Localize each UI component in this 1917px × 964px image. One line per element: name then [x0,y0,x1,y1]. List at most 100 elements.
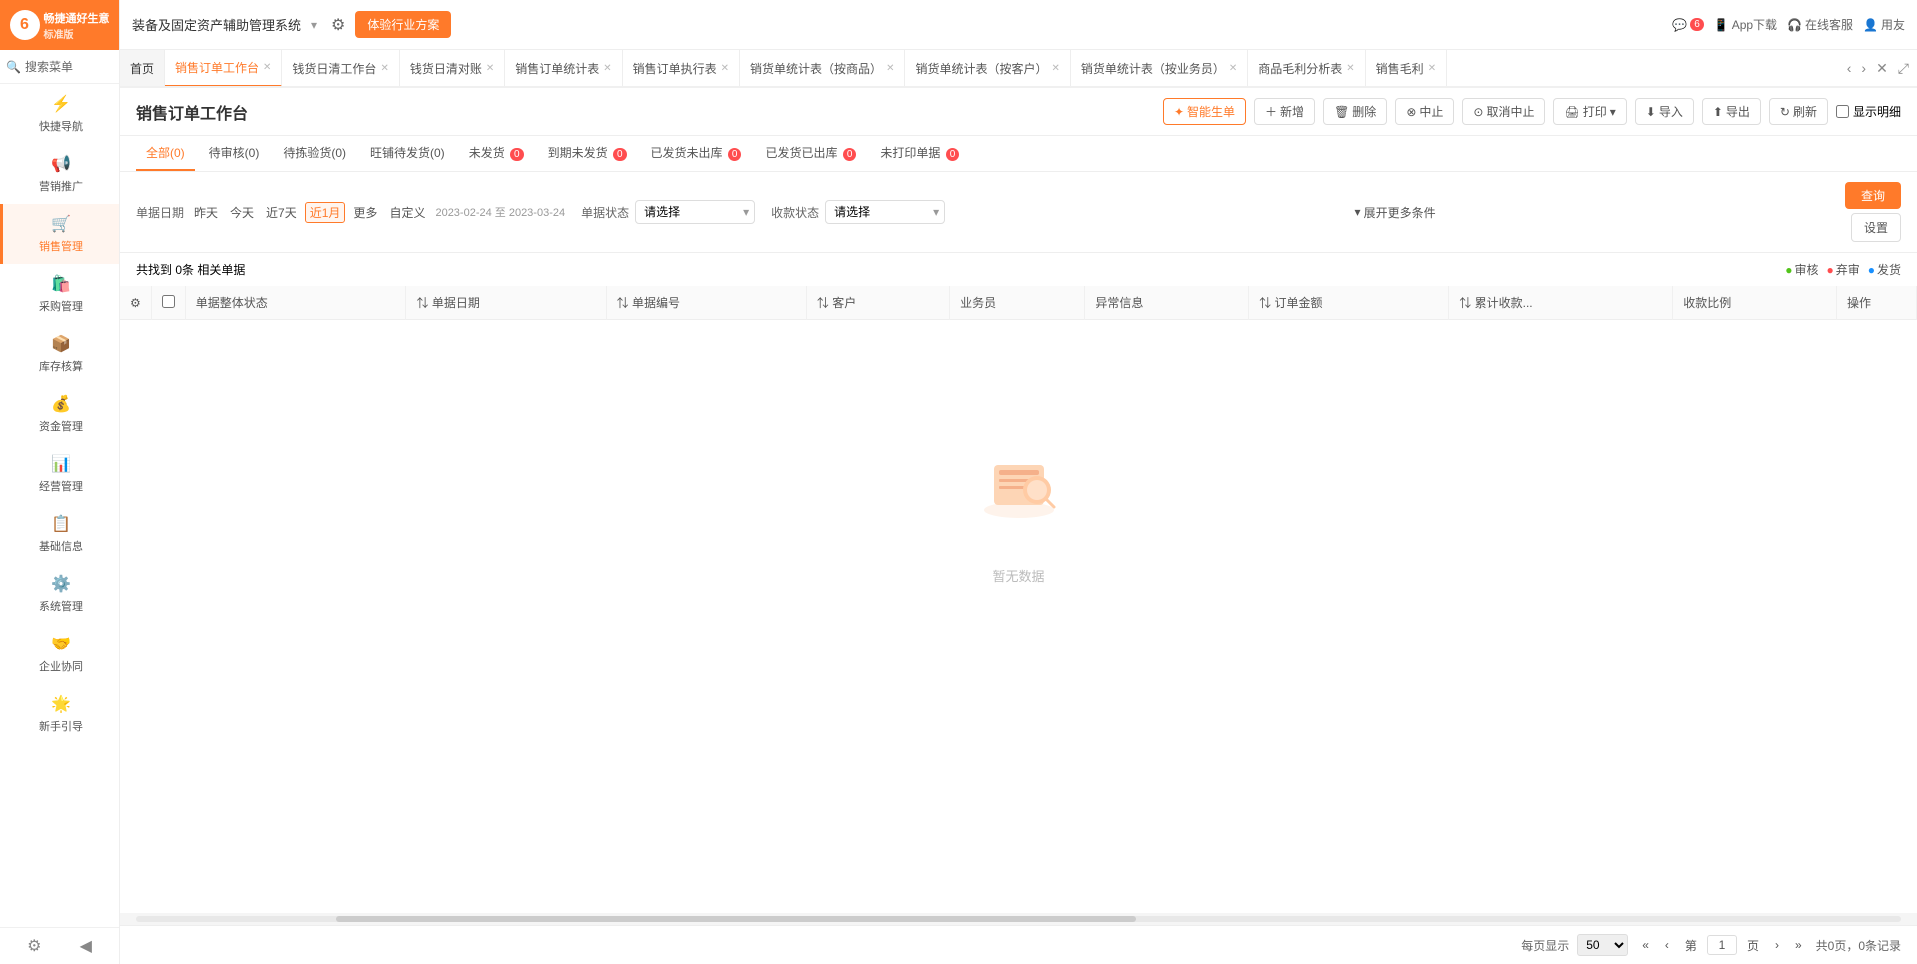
collapse-icon[interactable]: ◀ [80,936,92,956]
sidebar-item-operations[interactable]: 📊 经营管理 [0,444,119,504]
close-tab-icon[interactable]: ✕ [380,63,388,74]
tab-sales-summary-customer[interactable]: 销货单统计表（按客户） ✕ [905,50,1070,87]
date-1month[interactable]: 近1月 [305,202,346,223]
close-tab-icon[interactable]: ✕ [721,63,729,74]
payment-select[interactable]: 请选择 [825,200,945,224]
tab-sales-execute[interactable]: 销售订单执行表 ✕ [623,50,740,87]
sidebar-item-marketing[interactable]: 📢 营销推广 [0,144,119,204]
sidebar-item-basic[interactable]: 📋 基础信息 [0,504,119,564]
tab-sales-stats[interactable]: 销售订单统计表 ✕ [505,50,622,87]
review-button[interactable]: ● 审核 [1785,261,1818,278]
close-tab-icon[interactable]: ✕ [1051,63,1059,74]
th-amount[interactable]: ⇅ 订单金额 [1249,286,1449,320]
sub-tab-pending-check[interactable]: 待拣验货(0) [273,136,356,171]
th-ratio[interactable]: 收款比例 [1673,286,1837,320]
date-custom[interactable]: 自定义 [385,203,429,222]
date-more[interactable]: 更多 [349,203,381,222]
smart-generate-button[interactable]: ✦ 智能生单 [1163,98,1246,125]
dropdown-arrow[interactable]: ▾ [311,18,317,32]
set-button[interactable]: 设置 [1851,213,1901,242]
add-button[interactable]: ＋ 新增 [1254,98,1315,125]
th-status[interactable]: 单据整体状态 [185,286,406,320]
show-detail-input[interactable] [1836,105,1849,118]
ship-button[interactable]: ● 发货 [1868,261,1901,278]
sidebar-item-guide[interactable]: 🌟 新手引导 [0,684,119,744]
sub-tab-shipped-out[interactable]: 已发货已出库 0 [755,136,866,171]
sub-tab-not-shipped[interactable]: 未发货 0 [459,136,534,171]
status-select[interactable]: 请选择 [635,200,755,224]
select-all-checkbox[interactable] [162,295,175,308]
sub-tab-not-printed[interactable]: 未打印单据 0 [870,136,969,171]
tab-sales-profit[interactable]: 销售毛利 ✕ [1366,50,1447,87]
settings-icon[interactable]: ⚙ [27,936,41,956]
sidebar-search[interactable]: 🔍 搜索菜单 [0,50,119,84]
scroll-thumb[interactable] [336,916,1136,922]
tab-home[interactable]: 首页 [120,50,165,87]
tab-sales-summary-staff[interactable]: 销货单统计表（按业务员） ✕ [1071,50,1248,87]
print-button[interactable]: 🖨 打印 ▾ [1553,98,1626,125]
tab-cash-daily[interactable]: 钱货日清工作台 ✕ [282,50,399,87]
export-button[interactable]: ⬆ 导出 [1702,98,1761,125]
message-area[interactable]: 💬 6 [1672,18,1704,32]
print-dropdown-icon[interactable]: ▾ [1610,105,1616,119]
sidebar-item-system[interactable]: ⚙️ 系统管理 [0,564,119,624]
tab-product-margin[interactable]: 商品毛利分析表 ✕ [1248,50,1365,87]
tab-next-icon[interactable]: › [1857,58,1870,78]
date-yesterday[interactable]: 昨天 [190,203,222,222]
unreview-button[interactable]: ● 弃审 [1826,261,1859,278]
query-button[interactable]: 查询 [1845,182,1901,209]
cancel-stop-button[interactable]: ⊙ 取消中止 [1462,98,1545,125]
th-settings[interactable]: ⚙ [120,286,151,320]
close-tab-icon[interactable]: ✕ [1428,63,1436,74]
close-tab-icon[interactable]: ✕ [886,63,894,74]
show-detail-checkbox[interactable]: 显示明细 [1836,103,1901,120]
expand-more-button[interactable]: ▾ 展开更多条件 [1347,200,1444,225]
sidebar-item-enterprise[interactable]: 🤝 企业协同 [0,624,119,684]
stop-button[interactable]: ⊗ 中止 [1395,98,1454,125]
th-customer[interactable]: ⇅ 客户 [806,286,949,320]
delete-button[interactable]: 🗑 删除 [1323,98,1387,125]
tab-close-all-icon[interactable]: ✕ [1872,58,1892,79]
tab-expand-icon[interactable]: ⤢ [1894,58,1913,79]
tab-prev-icon[interactable]: ‹ [1843,58,1856,78]
page-size-select[interactable]: 50 10 20 100 [1577,934,1628,956]
close-tab-icon[interactable]: ✕ [486,63,494,74]
import-button[interactable]: ⬇ 导入 [1635,98,1694,125]
close-tab-icon[interactable]: ✕ [603,63,611,74]
sub-tab-shipped-not-out[interactable]: 已发货未出库 0 [641,136,752,171]
tab-sales-workbench[interactable]: 销售订单工作台 ✕ [165,50,282,87]
th-staff[interactable]: 业务员 [950,286,1085,320]
sidebar-item-quick-nav[interactable]: ⚡ 快捷导航 [0,84,119,144]
close-tab-icon[interactable]: ✕ [1346,63,1354,74]
date-7days[interactable]: 近7天 [262,203,301,222]
th-number[interactable]: ⇅ 单据编号 [606,286,806,320]
th-date[interactable]: ⇅ 单据日期 [406,286,606,320]
date-today[interactable]: 今天 [226,203,258,222]
gear-button[interactable]: ⚙ [331,15,345,35]
sub-tab-wangpu[interactable]: 旺铺待发货(0) [360,136,455,171]
sub-tab-all[interactable]: 全部(0) [136,136,195,171]
user-area[interactable]: 👤 用友 [1863,16,1905,33]
sidebar-item-inventory[interactable]: 📦 库存核算 [0,324,119,384]
scroll-bar[interactable] [120,913,1917,925]
first-page-button[interactable]: « [1636,936,1655,954]
next-page-button[interactable]: › [1769,936,1785,954]
close-tab-icon[interactable]: ✕ [263,62,271,73]
current-page-input[interactable]: 1 [1707,935,1737,955]
tab-cash-reconcile[interactable]: 钱货日清对账 ✕ [400,50,505,87]
online-service[interactable]: 🎧 在线客服 [1787,16,1853,33]
sidebar-item-sales[interactable]: 🛒 销售管理 [0,204,119,264]
sidebar-item-finance[interactable]: 💰 资金管理 [0,384,119,444]
sub-tab-expired-unshipped[interactable]: 到期未发货 0 [538,136,637,171]
close-tab-icon[interactable]: ✕ [1229,63,1237,74]
industry-button[interactable]: 体验行业方案 [355,11,451,38]
prev-page-button[interactable]: ‹ [1659,936,1675,954]
sidebar-item-purchase[interactable]: 🛍️ 采购管理 [0,264,119,324]
tab-sales-summary-product[interactable]: 销货单统计表（按商品） ✕ [740,50,905,87]
sub-tab-pending-review[interactable]: 待审核(0) [199,136,270,171]
refresh-button[interactable]: ↻ 刷新 [1769,98,1828,125]
th-collected[interactable]: ⇅ 累计收款... [1449,286,1673,320]
app-download[interactable]: 📱 App下载 [1714,16,1777,33]
th-abnormal[interactable]: 异常信息 [1085,286,1249,320]
last-page-button[interactable]: » [1789,936,1808,954]
